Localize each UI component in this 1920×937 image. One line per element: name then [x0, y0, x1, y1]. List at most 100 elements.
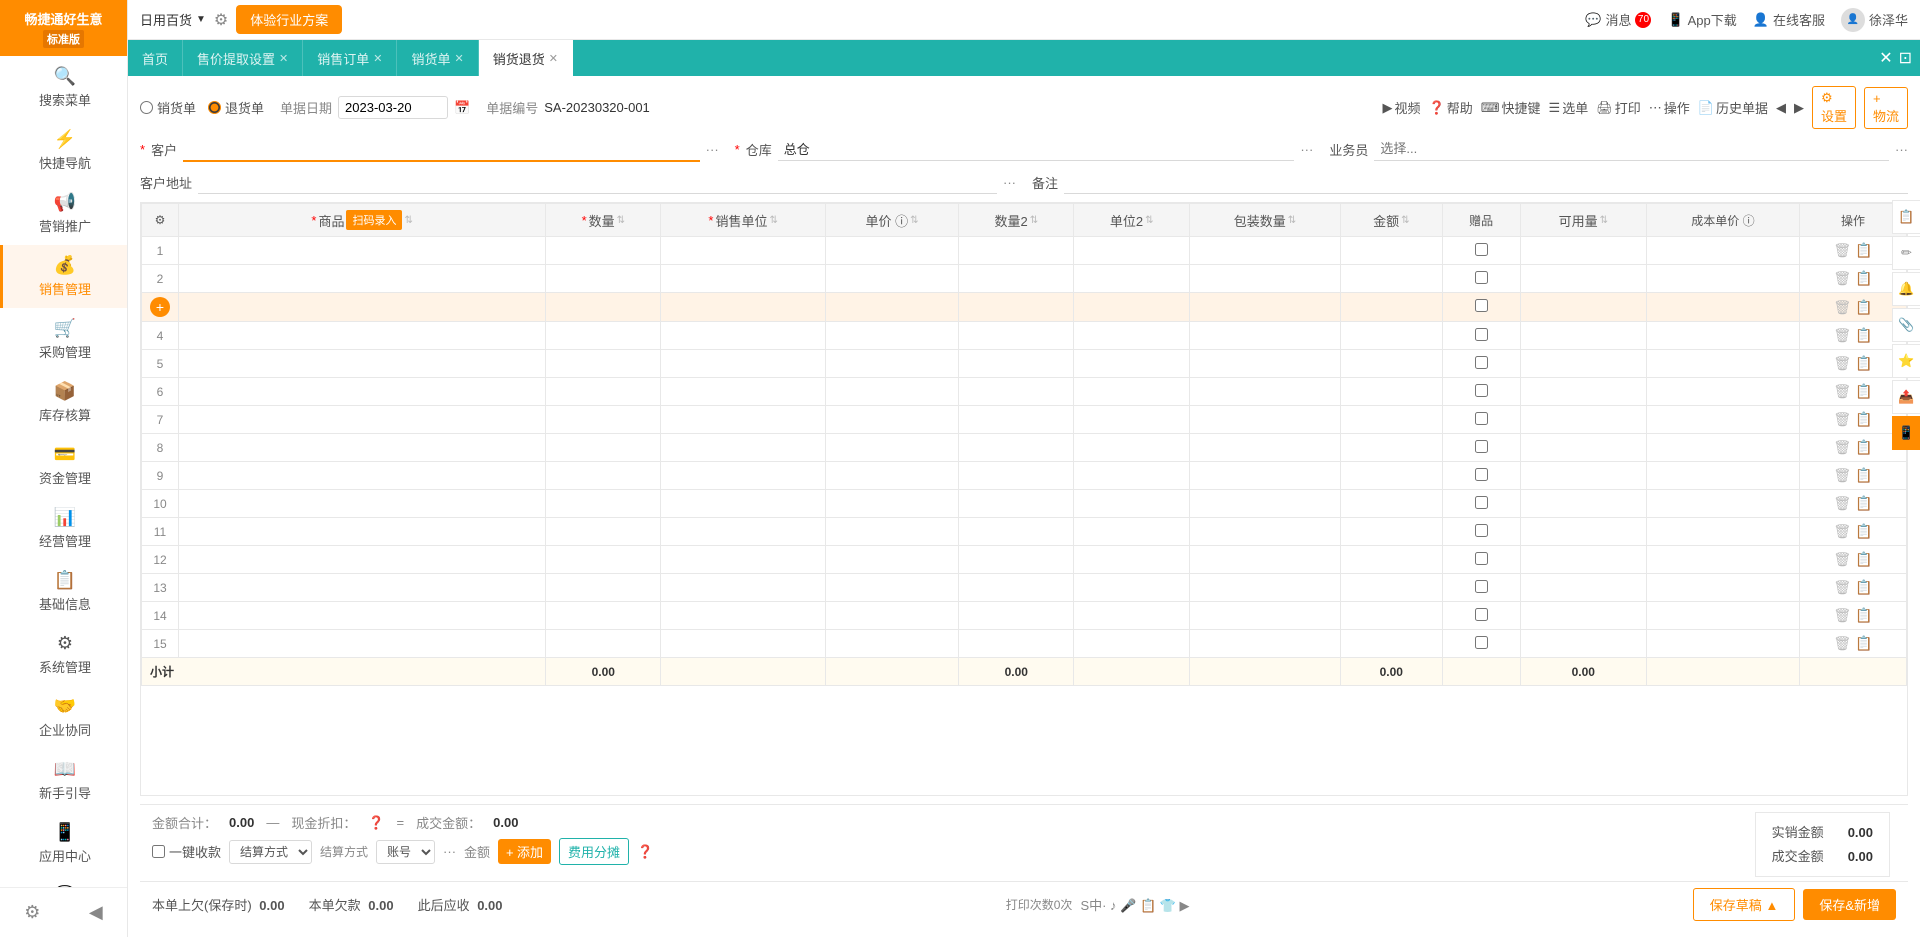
- unit2-cell-3[interactable]: [1074, 322, 1189, 350]
- right-panel-btn-0[interactable]: 📋: [1892, 200, 1920, 234]
- delete-icon-11[interactable]: 🗑: [1833, 551, 1851, 568]
- cost-cell-11[interactable]: [1647, 546, 1800, 574]
- avail-cell-5[interactable]: [1520, 378, 1646, 406]
- unit2-cell-6[interactable]: [1074, 406, 1189, 434]
- product-cell-0[interactable]: [179, 237, 546, 265]
- setting-btn[interactable]: ⚙ 设置: [1812, 86, 1856, 129]
- price-cell-2[interactable]: [825, 293, 958, 322]
- experience-btn[interactable]: 体验行业方案: [236, 5, 342, 34]
- gift-cell-10[interactable]: [1442, 518, 1520, 546]
- unit-cell-0[interactable]: [661, 237, 826, 265]
- unit-cell-12[interactable]: [661, 574, 826, 602]
- pack-cell-5[interactable]: [1189, 378, 1340, 406]
- amount-cell-8[interactable]: [1340, 462, 1442, 490]
- copy-icon-9[interactable]: 📋: [1855, 495, 1872, 512]
- cost-cell-13[interactable]: [1647, 602, 1800, 630]
- unit-cell-9[interactable]: [661, 490, 826, 518]
- cost-cell-7[interactable]: [1647, 434, 1800, 462]
- qty-cell-7[interactable]: [546, 434, 661, 462]
- product-sort-icon[interactable]: ⇅: [404, 215, 412, 226]
- unit-cell-7[interactable]: [661, 434, 826, 462]
- copy-icon-2[interactable]: 📋: [1855, 299, 1872, 316]
- delete-icon-14[interactable]: 🗑: [1833, 635, 1851, 652]
- copy-icon-3[interactable]: 📋: [1855, 327, 1872, 344]
- help-btn[interactable]: ❓ 帮助: [1429, 98, 1473, 117]
- online-service-btn[interactable]: 👤 在线客服: [1753, 10, 1825, 29]
- save-new-btn[interactable]: 保存&新增: [1803, 889, 1896, 920]
- date-input[interactable]: [338, 96, 448, 119]
- price-sort-icon[interactable]: ⇅: [910, 215, 918, 226]
- product-input-2[interactable]: [187, 300, 537, 315]
- qty-cell-10[interactable]: [546, 518, 661, 546]
- avail-cell-10[interactable]: [1520, 518, 1646, 546]
- qty2-cell-14[interactable]: [959, 630, 1074, 658]
- qty-cell-3[interactable]: [546, 322, 661, 350]
- sidebar-collapse-icon[interactable]: ◀: [83, 896, 109, 929]
- copy-icon-11[interactable]: 📋: [1855, 551, 1872, 568]
- product-cell-1[interactable]: [179, 265, 546, 293]
- price-cell-12[interactable]: [825, 574, 958, 602]
- gift-cell-12[interactable]: [1442, 574, 1520, 602]
- avail-cell-4[interactable]: [1520, 350, 1646, 378]
- price-cell-13[interactable]: [825, 602, 958, 630]
- copy-icon-8[interactable]: 📋: [1855, 467, 1872, 484]
- gift-check-0[interactable]: [1475, 243, 1488, 256]
- sidebar-item-0[interactable]: 🔍搜索菜单: [0, 56, 127, 119]
- calendar-icon[interactable]: 📅: [454, 100, 470, 116]
- qty-cell-6[interactable]: [546, 406, 661, 434]
- sidebar-item-6[interactable]: 💳资金管理: [0, 434, 127, 497]
- copy-icon-7[interactable]: 📋: [1855, 439, 1872, 456]
- qty-cell-14[interactable]: [546, 630, 661, 658]
- avail-cell-2[interactable]: [1520, 293, 1646, 322]
- nav-prev-icon[interactable]: ◀: [1776, 100, 1786, 116]
- amount-cell-14[interactable]: [1340, 630, 1442, 658]
- unit-sort-icon[interactable]: ⇅: [769, 215, 777, 226]
- right-panel-btn-1[interactable]: ✏: [1892, 236, 1920, 270]
- message-btn[interactable]: 💬 消息 70: [1585, 10, 1651, 29]
- product-cell-12[interactable]: [179, 574, 546, 602]
- pack-sort-icon[interactable]: ⇅: [1288, 215, 1296, 226]
- pack-cell-8[interactable]: [1189, 462, 1340, 490]
- sidebar-item-10[interactable]: 🤝企业协同: [0, 686, 127, 749]
- tab-close-3[interactable]: ✕: [455, 52, 464, 65]
- warehouse-more-icon[interactable]: ···: [1300, 142, 1313, 157]
- gift-cell-6[interactable]: [1442, 406, 1520, 434]
- avail-cell-1[interactable]: [1520, 265, 1646, 293]
- sidebar-item-4[interactable]: 🛒采购管理: [0, 308, 127, 371]
- unit2-cell-5[interactable]: [1074, 378, 1189, 406]
- amount-cell-4[interactable]: [1340, 350, 1442, 378]
- history-btn[interactable]: 📄 历史单据: [1698, 98, 1768, 117]
- unit2-sort-icon[interactable]: ⇅: [1145, 215, 1153, 226]
- tab-close-4[interactable]: ✕: [549, 52, 558, 65]
- qty2-cell-5[interactable]: [959, 378, 1074, 406]
- qty-cell-9[interactable]: [546, 490, 661, 518]
- cost-cell-1[interactable]: [1647, 265, 1800, 293]
- qty2-cell-6[interactable]: [959, 406, 1074, 434]
- delete-icon-5[interactable]: 🗑: [1833, 383, 1851, 400]
- product-cell-5[interactable]: [179, 378, 546, 406]
- price-cell-6[interactable]: [825, 406, 958, 434]
- product-cell-3[interactable]: [179, 322, 546, 350]
- gift-check-14[interactable]: [1475, 636, 1488, 649]
- qty2-cell-2[interactable]: [959, 293, 1074, 322]
- scan-btn[interactable]: 扫码录入: [346, 210, 402, 230]
- gift-check-1[interactable]: [1475, 271, 1488, 284]
- unit-cell-13[interactable]: [661, 602, 826, 630]
- nav-next-icon[interactable]: ▶: [1794, 100, 1804, 116]
- amount-cell-6[interactable]: [1340, 406, 1442, 434]
- delete-icon-1[interactable]: 🗑: [1833, 270, 1851, 287]
- delete-icon-3[interactable]: 🗑: [1833, 327, 1851, 344]
- app-download-btn[interactable]: 📱 App下载: [1667, 10, 1736, 29]
- gift-check-9[interactable]: [1475, 496, 1488, 509]
- avail-cell-11[interactable]: [1520, 546, 1646, 574]
- unit2-cell-13[interactable]: [1074, 602, 1189, 630]
- gift-cell-8[interactable]: [1442, 462, 1520, 490]
- product-cell-11[interactable]: [179, 546, 546, 574]
- pack-cell-1[interactable]: [1189, 265, 1340, 293]
- pack-cell-7[interactable]: [1189, 434, 1340, 462]
- gift-cell-5[interactable]: [1442, 378, 1520, 406]
- pack-cell-9[interactable]: [1189, 490, 1340, 518]
- unit2-cell-1[interactable]: [1074, 265, 1189, 293]
- unit-cell-14[interactable]: [661, 630, 826, 658]
- qty-cell-4[interactable]: [546, 350, 661, 378]
